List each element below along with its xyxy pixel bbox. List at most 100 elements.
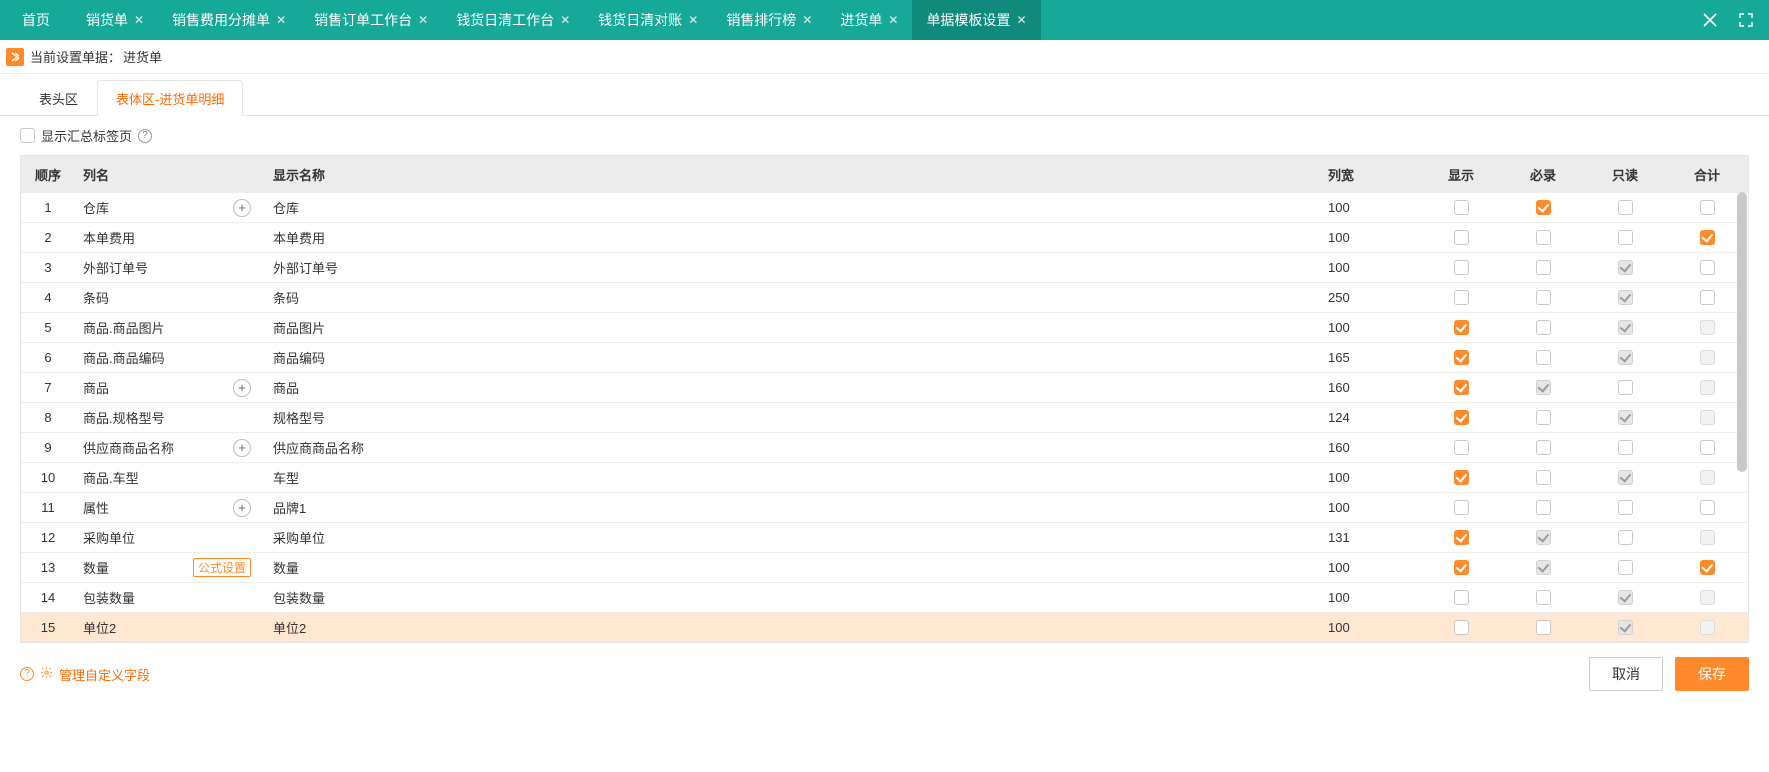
- checkbox[interactable]: [1454, 230, 1469, 245]
- checkbox[interactable]: [1536, 560, 1551, 575]
- checkbox[interactable]: [1618, 410, 1633, 425]
- checkbox[interactable]: [1536, 320, 1551, 335]
- checkbox[interactable]: [1454, 590, 1469, 605]
- checkbox[interactable]: [1618, 350, 1633, 365]
- checkbox[interactable]: [1618, 260, 1633, 275]
- cell-display-name[interactable]: 本单费用: [265, 228, 1320, 247]
- sub-tab[interactable]: 表体区-进货单明细: [97, 80, 243, 116]
- table-row[interactable]: 13数量公式设置数量100: [21, 552, 1748, 582]
- cell-width[interactable]: 100: [1320, 500, 1420, 515]
- top-tab[interactable]: 销货单✕: [72, 0, 158, 40]
- checkbox[interactable]: [1454, 200, 1469, 215]
- cell-display-name[interactable]: 仓库: [265, 198, 1320, 217]
- checkbox[interactable]: [1700, 500, 1715, 515]
- scrollbar-thumb[interactable]: [1737, 192, 1747, 472]
- checkbox[interactable]: [1700, 440, 1715, 455]
- checkbox[interactable]: [1454, 620, 1469, 635]
- cell-width[interactable]: 160: [1320, 440, 1420, 455]
- checkbox[interactable]: [1618, 590, 1633, 605]
- checkbox[interactable]: [1618, 470, 1633, 485]
- checkbox[interactable]: [1536, 440, 1551, 455]
- checkbox[interactable]: [1454, 530, 1469, 545]
- checkbox[interactable]: [1700, 230, 1715, 245]
- expand-icon[interactable]: +: [233, 499, 251, 517]
- cell-display-name[interactable]: 供应商商品名称: [265, 438, 1320, 457]
- top-tab[interactable]: 首页: [0, 0, 72, 40]
- tab-close-icon[interactable]: ✕: [134, 14, 144, 26]
- expand-icon[interactable]: +: [233, 379, 251, 397]
- expand-icon[interactable]: +: [233, 439, 251, 457]
- table-row[interactable]: 9供应商商品名称+供应商商品名称160: [21, 432, 1748, 462]
- expand-icon[interactable]: +: [233, 199, 251, 217]
- checkbox[interactable]: [1618, 530, 1633, 545]
- checkbox[interactable]: [1700, 290, 1715, 305]
- sub-tab[interactable]: 表头区: [20, 80, 97, 116]
- cell-display-name[interactable]: 规格型号: [265, 408, 1320, 427]
- formula-tag[interactable]: 公式设置: [193, 558, 251, 577]
- checkbox[interactable]: [1618, 380, 1633, 395]
- cell-width[interactable]: 100: [1320, 620, 1420, 635]
- checkbox[interactable]: [1618, 320, 1633, 335]
- table-row[interactable]: 3外部订单号外部订单号100: [21, 252, 1748, 282]
- tab-close-icon[interactable]: ✕: [560, 14, 570, 26]
- cell-display-name[interactable]: 条码: [265, 288, 1320, 307]
- checkbox[interactable]: [1536, 530, 1551, 545]
- cell-display-name[interactable]: 数量: [265, 558, 1320, 577]
- checkbox[interactable]: [1618, 200, 1633, 215]
- table-row[interactable]: 1仓库+仓库100: [21, 192, 1748, 222]
- table-row[interactable]: 12采购单位采购单位131: [21, 522, 1748, 552]
- table-row[interactable]: 11属性+品牌1100: [21, 492, 1748, 522]
- cell-width[interactable]: 100: [1320, 560, 1420, 575]
- checkbox[interactable]: [1618, 290, 1633, 305]
- checkbox[interactable]: [1536, 380, 1551, 395]
- table-row[interactable]: 6商品.商品编码商品编码165: [21, 342, 1748, 372]
- cell-width[interactable]: 131: [1320, 530, 1420, 545]
- checkbox[interactable]: [1454, 320, 1469, 335]
- checkbox[interactable]: [1454, 500, 1469, 515]
- cell-width[interactable]: 100: [1320, 230, 1420, 245]
- cell-width[interactable]: 124: [1320, 410, 1420, 425]
- checkbox[interactable]: [1454, 410, 1469, 425]
- cell-display-name[interactable]: 车型: [265, 468, 1320, 487]
- cell-width[interactable]: 100: [1320, 590, 1420, 605]
- cell-display-name[interactable]: 商品图片: [265, 318, 1320, 337]
- tab-close-icon[interactable]: ✕: [688, 14, 698, 26]
- checkbox[interactable]: [1618, 230, 1633, 245]
- top-tab[interactable]: 销售排行榜✕: [712, 0, 826, 40]
- checkbox[interactable]: [1536, 290, 1551, 305]
- top-tab[interactable]: 单据模板设置✕: [912, 0, 1040, 40]
- cell-display-name[interactable]: 采购单位: [265, 528, 1320, 547]
- fullscreen-icon[interactable]: [1733, 7, 1759, 33]
- top-tab[interactable]: 销售订单工作台✕: [300, 0, 442, 40]
- help-icon[interactable]: ?: [20, 667, 34, 681]
- checkbox[interactable]: [1700, 560, 1715, 575]
- tab-close-icon[interactable]: ✕: [1016, 14, 1026, 26]
- checkbox[interactable]: [1536, 200, 1551, 215]
- cell-display-name[interactable]: 商品: [265, 378, 1320, 397]
- checkbox[interactable]: [1536, 500, 1551, 515]
- checkbox[interactable]: [1700, 260, 1715, 275]
- cell-display-name[interactable]: 商品编码: [265, 348, 1320, 367]
- top-tab[interactable]: 钱货日清对账✕: [584, 0, 712, 40]
- cell-width[interactable]: 165: [1320, 350, 1420, 365]
- checkbox[interactable]: [1618, 620, 1633, 635]
- table-row[interactable]: 2本单费用本单费用100: [21, 222, 1748, 252]
- checkbox[interactable]: [1454, 470, 1469, 485]
- top-tab[interactable]: 销售费用分摊单✕: [158, 0, 300, 40]
- tab-close-icon[interactable]: ✕: [418, 14, 428, 26]
- checkbox[interactable]: [1536, 590, 1551, 605]
- cancel-button[interactable]: 取消: [1589, 657, 1663, 691]
- table-row[interactable]: 10商品.车型车型100: [21, 462, 1748, 492]
- cell-display-name[interactable]: 单位2: [265, 618, 1320, 637]
- checkbox[interactable]: [1536, 470, 1551, 485]
- table-row[interactable]: 4条码条码250: [21, 282, 1748, 312]
- tab-close-icon[interactable]: ✕: [802, 14, 812, 26]
- tab-close-icon[interactable]: ✕: [276, 14, 286, 26]
- table-row[interactable]: 7商品+商品160: [21, 372, 1748, 402]
- table-row[interactable]: 14包装数量包装数量100: [21, 582, 1748, 612]
- checkbox[interactable]: [1618, 440, 1633, 455]
- close-all-tabs-icon[interactable]: [1697, 7, 1723, 33]
- cell-display-name[interactable]: 外部订单号: [265, 258, 1320, 277]
- checkbox[interactable]: [1618, 500, 1633, 515]
- checkbox[interactable]: [1454, 260, 1469, 275]
